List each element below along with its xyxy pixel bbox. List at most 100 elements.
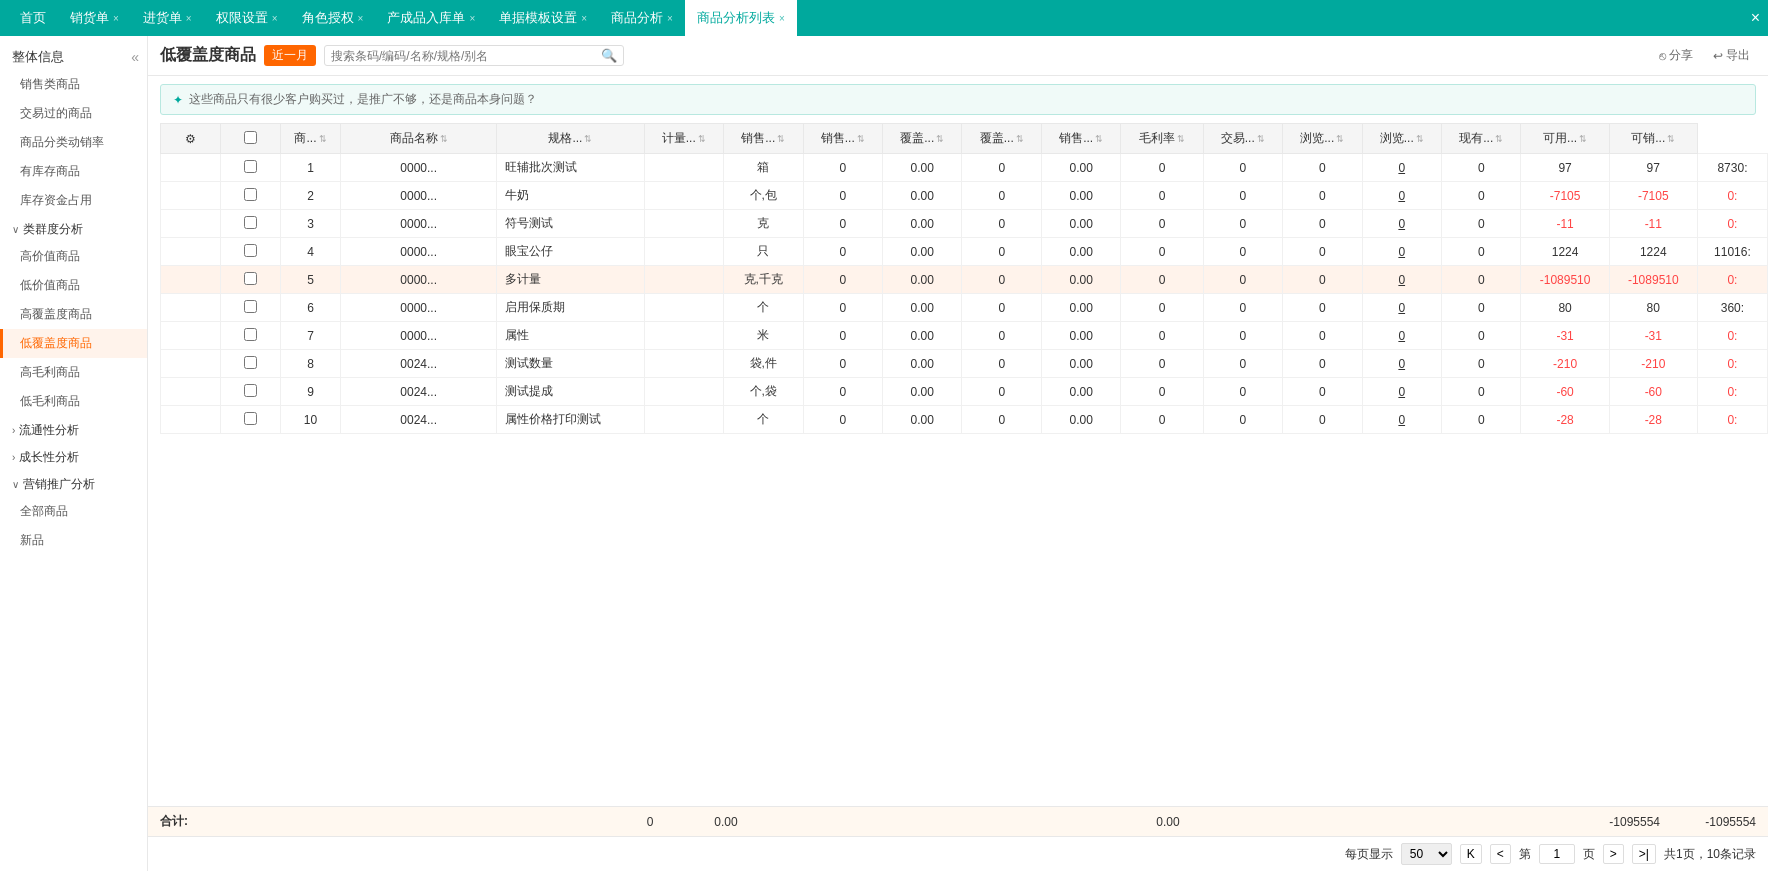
row-browse1[interactable]: 0 bbox=[1362, 266, 1441, 294]
share-button[interactable]: ⎋ 分享 bbox=[1653, 44, 1699, 67]
row-checkbox[interactable] bbox=[221, 210, 281, 238]
nav-purchase[interactable]: 进货单 × bbox=[131, 0, 204, 36]
col-sellable[interactable]: 可销...⇅ bbox=[1609, 124, 1697, 154]
sidebar-section-category[interactable]: ∨ 类群度分析 bbox=[0, 215, 147, 242]
settings-col-header[interactable]: ⚙ bbox=[161, 124, 221, 154]
close-icon[interactable]: × bbox=[667, 13, 673, 24]
row-checkbox[interactable] bbox=[221, 154, 281, 182]
last-page-button[interactable]: >| bbox=[1632, 844, 1656, 864]
close-icon[interactable]: × bbox=[469, 13, 475, 24]
col-trade[interactable]: 交易...⇅ bbox=[1203, 124, 1282, 154]
sidebar-item-stock-fund[interactable]: 库存资金占用 bbox=[0, 186, 147, 215]
next-page-button[interactable]: > bbox=[1603, 844, 1624, 864]
sidebar-header[interactable]: 整体信息 « bbox=[0, 44, 147, 70]
close-icon[interactable]: × bbox=[186, 13, 192, 24]
prev-page-button[interactable]: < bbox=[1490, 844, 1511, 864]
row-checkbox[interactable] bbox=[221, 182, 281, 210]
sidebar-item-category-rate[interactable]: 商品分类动销率 bbox=[0, 128, 147, 157]
row-checkbox[interactable] bbox=[221, 322, 281, 350]
nav-home[interactable]: 首页 bbox=[8, 0, 58, 36]
checkbox-col-header[interactable] bbox=[221, 124, 281, 154]
col-sales-days[interactable]: 销售...⇅ bbox=[1041, 124, 1120, 154]
col-cover2[interactable]: 覆盖...⇅ bbox=[962, 124, 1041, 154]
col-available[interactable]: 可用...⇅ bbox=[1521, 124, 1609, 154]
close-icon[interactable]: × bbox=[779, 13, 785, 24]
search-input[interactable] bbox=[331, 49, 597, 63]
row-settings[interactable] bbox=[161, 154, 221, 182]
row-browse1[interactable]: 0 bbox=[1362, 406, 1441, 434]
col-name[interactable]: 商品名称⇅ bbox=[341, 124, 497, 154]
nav-product-entry[interactable]: 产成品入库单 × bbox=[375, 0, 487, 36]
page-size-select[interactable]: 50 20 100 bbox=[1401, 843, 1452, 865]
row-sales-qty: 0 bbox=[803, 238, 882, 266]
sidebar-item-sales-goods[interactable]: 销售类商品 bbox=[0, 70, 147, 99]
sidebar-section-marketing[interactable]: ∨ 营销推广分析 bbox=[0, 470, 147, 497]
col-spec[interactable]: 规格...⇅ bbox=[497, 124, 644, 154]
nav-permission[interactable]: 权限设置 × bbox=[204, 0, 290, 36]
nav-analysis-list[interactable]: 商品分析列表 × bbox=[685, 0, 797, 36]
select-all-checkbox[interactable] bbox=[244, 131, 257, 144]
row-settings[interactable] bbox=[161, 350, 221, 378]
row-checkbox[interactable] bbox=[221, 238, 281, 266]
row-checkbox[interactable] bbox=[221, 378, 281, 406]
row-settings[interactable] bbox=[161, 322, 221, 350]
sidebar-section-growth[interactable]: › 成长性分析 bbox=[0, 443, 147, 470]
col-sales-amt[interactable]: 销售...⇅ bbox=[803, 124, 882, 154]
sidebar-item-high-margin[interactable]: 高毛利商品 bbox=[0, 358, 147, 387]
row-spec bbox=[644, 182, 723, 210]
page-input[interactable] bbox=[1539, 844, 1575, 864]
nav-role[interactable]: 角色授权 × bbox=[290, 0, 376, 36]
sidebar-item-all-goods[interactable]: 全部商品 bbox=[0, 497, 147, 526]
period-button[interactable]: 近一月 bbox=[264, 45, 316, 66]
row-browse1[interactable]: 0 bbox=[1362, 154, 1441, 182]
col-browse2[interactable]: 浏览...⇅ bbox=[1362, 124, 1441, 154]
row-settings[interactable] bbox=[161, 378, 221, 406]
col-cover1[interactable]: 覆盖...⇅ bbox=[883, 124, 962, 154]
col-browse1[interactable]: 浏览...⇅ bbox=[1283, 124, 1362, 154]
search-box[interactable]: 🔍 bbox=[324, 45, 624, 66]
chevron-down-icon: ∨ bbox=[12, 479, 19, 490]
sidebar-item-low-margin[interactable]: 低毛利商品 bbox=[0, 387, 147, 416]
sidebar-item-traded-goods[interactable]: 交易过的商品 bbox=[0, 99, 147, 128]
close-icon[interactable]: × bbox=[272, 13, 278, 24]
col-sales-qty[interactable]: 销售...⇅ bbox=[724, 124, 803, 154]
first-page-button[interactable]: K bbox=[1460, 844, 1482, 864]
sidebar-item-in-stock[interactable]: 有库存商品 bbox=[0, 157, 147, 186]
col-unit[interactable]: 计量...⇅ bbox=[644, 124, 723, 154]
row-checkbox[interactable] bbox=[221, 266, 281, 294]
row-browse1[interactable]: 0 bbox=[1362, 322, 1441, 350]
nav-analysis[interactable]: 商品分析 × bbox=[599, 0, 685, 36]
sidebar-item-new-goods[interactable]: 新品 bbox=[0, 526, 147, 555]
sidebar-section-flow[interactable]: › 流通性分析 bbox=[0, 416, 147, 443]
row-settings[interactable] bbox=[161, 238, 221, 266]
row-checkbox[interactable] bbox=[221, 406, 281, 434]
row-settings[interactable] bbox=[161, 210, 221, 238]
row-browse1[interactable]: 0 bbox=[1362, 378, 1441, 406]
export-button[interactable]: ↩ 导出 bbox=[1707, 44, 1756, 67]
row-settings[interactable] bbox=[161, 266, 221, 294]
nav-template[interactable]: 单据模板设置 × bbox=[487, 0, 599, 36]
row-settings[interactable] bbox=[161, 406, 221, 434]
window-close-button[interactable]: × bbox=[1751, 9, 1760, 27]
row-settings[interactable] bbox=[161, 294, 221, 322]
sidebar-item-low-value[interactable]: 低价值商品 bbox=[0, 271, 147, 300]
close-icon[interactable]: × bbox=[113, 13, 119, 24]
close-icon[interactable]: × bbox=[358, 13, 364, 24]
close-icon[interactable]: × bbox=[581, 13, 587, 24]
col-gross-rate[interactable]: 毛利率⇅ bbox=[1121, 124, 1203, 154]
row-browse1[interactable]: 0 bbox=[1362, 182, 1441, 210]
sidebar-item-high-coverage[interactable]: 高覆盖度商品 bbox=[0, 300, 147, 329]
nav-sales[interactable]: 销货单 × bbox=[58, 0, 131, 36]
row-settings[interactable] bbox=[161, 182, 221, 210]
row-browse1[interactable]: 0 bbox=[1362, 294, 1441, 322]
sidebar-item-high-value[interactable]: 高价值商品 bbox=[0, 242, 147, 271]
row-browse1[interactable]: 0 bbox=[1362, 210, 1441, 238]
row-checkbox[interactable] bbox=[221, 350, 281, 378]
collapse-icon[interactable]: « bbox=[131, 49, 139, 65]
col-code[interactable]: 商...⇅ bbox=[281, 124, 341, 154]
sidebar-item-low-coverage[interactable]: 低覆盖度商品 bbox=[0, 329, 147, 358]
col-current-stock[interactable]: 现有...⇅ bbox=[1441, 124, 1520, 154]
row-browse1[interactable]: 0 bbox=[1362, 238, 1441, 266]
row-checkbox[interactable] bbox=[221, 294, 281, 322]
row-browse1[interactable]: 0 bbox=[1362, 350, 1441, 378]
